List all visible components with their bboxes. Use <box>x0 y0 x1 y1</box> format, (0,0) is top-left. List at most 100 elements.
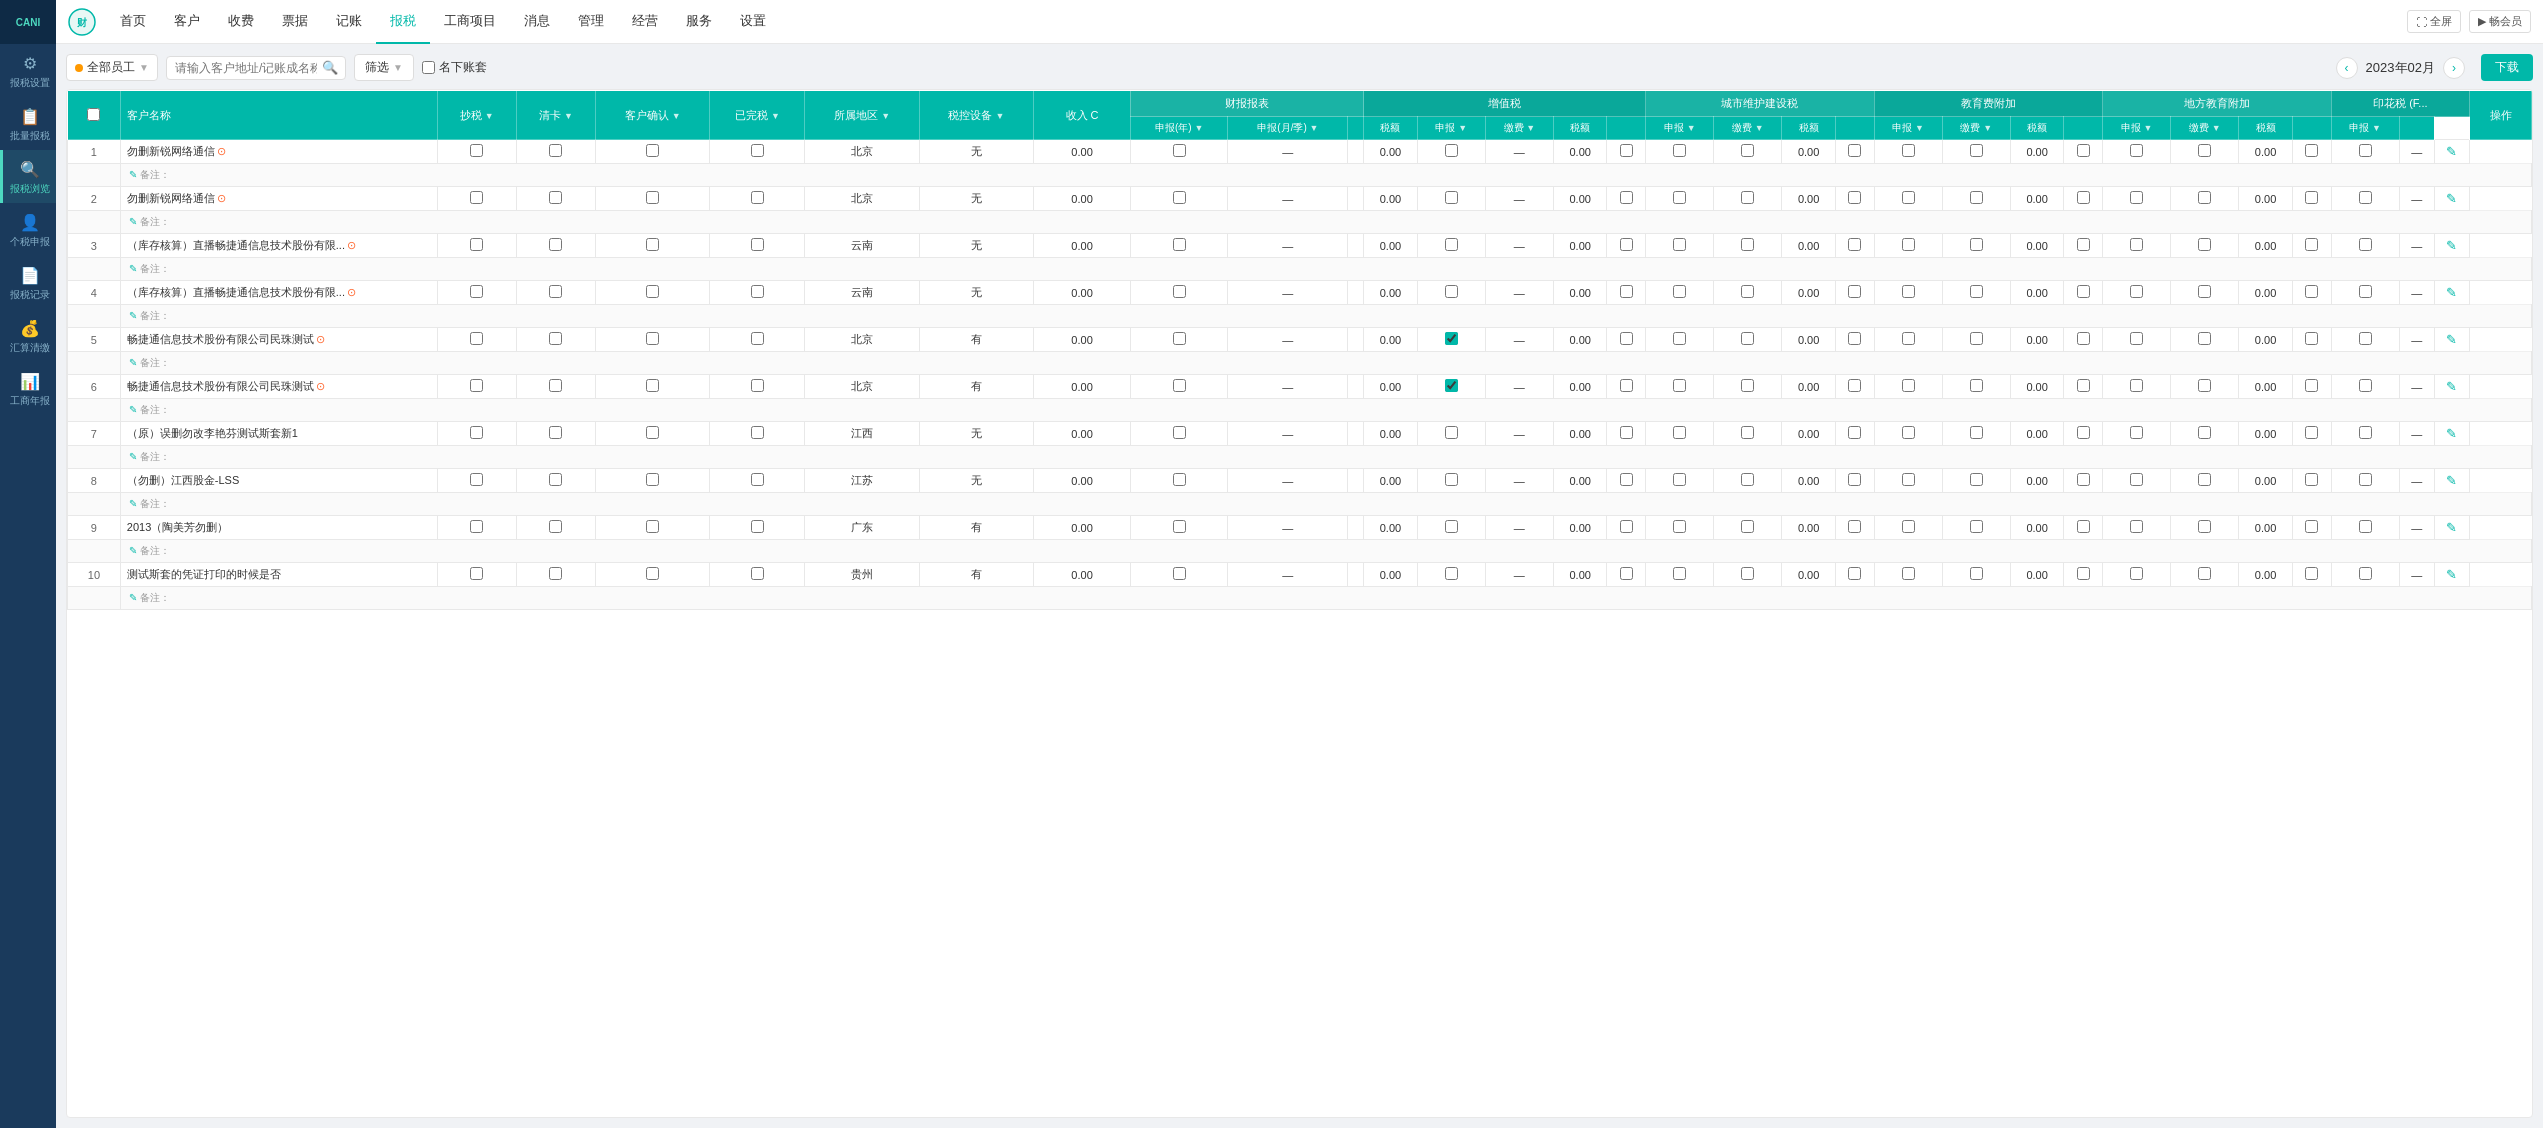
city-pay-checkbox[interactable] <box>1741 520 1754 533</box>
local-declare-checkbox[interactable] <box>2130 426 2143 439</box>
vat-extra-checkbox[interactable] <box>1620 285 1633 298</box>
th-paid-tax[interactable]: 已完税 ▼ <box>710 91 805 140</box>
city-pay-checkbox[interactable] <box>1741 238 1754 251</box>
copy-tax-checkbox[interactable] <box>470 379 483 392</box>
local-declare-checkbox[interactable] <box>2130 379 2143 392</box>
city-declare-checkbox[interactable] <box>1673 238 1686 251</box>
city-pay-checkbox[interactable] <box>1741 567 1754 580</box>
sidebar-item-annual-report[interactable]: 📊 工商年报 <box>0 362 56 415</box>
fin-year-checkbox[interactable] <box>1173 144 1186 157</box>
local-pay-checkbox[interactable] <box>2198 191 2211 204</box>
clear-card-checkbox[interactable] <box>549 567 562 580</box>
sidebar-item-batch-tax[interactable]: 📋 批量报税 <box>0 97 56 150</box>
sidebar-item-personal-tax[interactable]: 👤 个税申报 <box>0 203 56 256</box>
stamp-declare-checkbox[interactable] <box>2359 379 2372 392</box>
clear-card-checkbox[interactable] <box>549 520 562 533</box>
th-copy-tax[interactable]: 抄税 ▼ <box>437 91 516 140</box>
fullscreen-button[interactable]: ⛶ 全屏 <box>2407 10 2461 33</box>
prev-date-button[interactable]: ‹ <box>2336 57 2358 79</box>
local-extra-checkbox[interactable] <box>2305 191 2318 204</box>
th-income[interactable]: 收入 C <box>1034 91 1131 140</box>
local-extra-checkbox[interactable] <box>2305 473 2318 486</box>
vat-extra-checkbox[interactable] <box>1620 426 1633 439</box>
city-pay-checkbox[interactable] <box>1741 379 1754 392</box>
th-edu-pay[interactable]: 缴费 ▼ <box>1942 117 2010 140</box>
local-extra-checkbox[interactable] <box>2305 332 2318 345</box>
local-extra-checkbox[interactable] <box>2305 285 2318 298</box>
accounts-checkbox[interactable] <box>422 61 435 74</box>
member-button[interactable]: ▶ 畅会员 <box>2469 10 2531 33</box>
vat-declare-checkbox[interactable] <box>1445 191 1458 204</box>
sidebar-item-tax-record[interactable]: 📄 报税记录 <box>0 256 56 309</box>
nav-operation[interactable]: 经营 <box>618 0 672 44</box>
local-pay-checkbox[interactable] <box>2198 285 2211 298</box>
download-button[interactable]: 下载 <box>2481 54 2533 81</box>
edu-extra-checkbox[interactable] <box>2077 567 2090 580</box>
edu-declare-checkbox[interactable] <box>1902 238 1915 251</box>
edit-icon[interactable]: ✎ <box>2446 144 2457 159</box>
edu-extra-checkbox[interactable] <box>2077 473 2090 486</box>
city-extra-checkbox[interactable] <box>1848 238 1861 251</box>
paid-tax-checkbox[interactable] <box>751 332 764 345</box>
city-extra-checkbox[interactable] <box>1848 426 1861 439</box>
edu-extra-checkbox[interactable] <box>2077 426 2090 439</box>
th-stamp-declare[interactable]: 申报 ▼ <box>2331 117 2399 140</box>
edit-icon[interactable]: ✎ <box>2446 520 2457 535</box>
fin-year-checkbox[interactable] <box>1173 567 1186 580</box>
local-extra-checkbox[interactable] <box>2305 379 2318 392</box>
clear-card-checkbox[interactable] <box>549 144 562 157</box>
sidebar-item-tax-browse[interactable]: 🔍 报税浏览 <box>0 150 56 203</box>
city-declare-checkbox[interactable] <box>1673 473 1686 486</box>
stamp-declare-checkbox[interactable] <box>2359 238 2372 251</box>
client-confirm-checkbox[interactable] <box>646 379 659 392</box>
edu-pay-checkbox[interactable] <box>1970 285 1983 298</box>
paid-tax-checkbox[interactable] <box>751 285 764 298</box>
copy-tax-checkbox[interactable] <box>470 191 483 204</box>
th-fin-month[interactable]: 申报(月/季) ▼ <box>1228 117 1348 140</box>
vat-extra-checkbox[interactable] <box>1620 238 1633 251</box>
th-tax-device[interactable]: 税控设备 ▼ <box>919 91 1033 140</box>
copy-tax-checkbox[interactable] <box>470 567 483 580</box>
stamp-declare-checkbox[interactable] <box>2359 191 2372 204</box>
paid-tax-checkbox[interactable] <box>751 520 764 533</box>
vat-declare-checkbox[interactable] <box>1445 473 1458 486</box>
city-extra-checkbox[interactable] <box>1848 144 1861 157</box>
city-extra-checkbox[interactable] <box>1848 567 1861 580</box>
edit-icon[interactable]: ✎ <box>2446 191 2457 206</box>
vat-extra-checkbox[interactable] <box>1620 332 1633 345</box>
local-declare-checkbox[interactable] <box>2130 567 2143 580</box>
local-declare-checkbox[interactable] <box>2130 473 2143 486</box>
paid-tax-checkbox[interactable] <box>751 238 764 251</box>
client-confirm-checkbox[interactable] <box>646 567 659 580</box>
edit-icon[interactable]: ✎ <box>2446 379 2457 394</box>
edu-pay-checkbox[interactable] <box>1970 238 1983 251</box>
th-region[interactable]: 所属地区 ▼ <box>805 91 919 140</box>
stamp-declare-checkbox[interactable] <box>2359 144 2372 157</box>
checkbox-label[interactable]: 名下账套 <box>422 59 487 76</box>
edu-pay-checkbox[interactable] <box>1970 332 1983 345</box>
city-pay-checkbox[interactable] <box>1741 191 1754 204</box>
th-city-pay[interactable]: 缴费 ▼ <box>1714 117 1782 140</box>
city-extra-checkbox[interactable] <box>1848 285 1861 298</box>
fin-year-checkbox[interactable] <box>1173 332 1186 345</box>
copy-tax-checkbox[interactable] <box>470 332 483 345</box>
vat-declare-checkbox[interactable] <box>1445 426 1458 439</box>
paid-tax-checkbox[interactable] <box>751 426 764 439</box>
edu-pay-checkbox[interactable] <box>1970 191 1983 204</box>
copy-tax-checkbox[interactable] <box>470 426 483 439</box>
th-clear-card[interactable]: 清卡 ▼ <box>516 91 595 140</box>
city-pay-checkbox[interactable] <box>1741 426 1754 439</box>
stamp-declare-checkbox[interactable] <box>2359 285 2372 298</box>
nav-client[interactable]: 客户 <box>160 0 214 44</box>
city-declare-checkbox[interactable] <box>1673 426 1686 439</box>
vat-extra-checkbox[interactable] <box>1620 473 1633 486</box>
city-declare-checkbox[interactable] <box>1673 285 1686 298</box>
city-pay-checkbox[interactable] <box>1741 144 1754 157</box>
nav-commerce[interactable]: 工商项目 <box>430 0 510 44</box>
edit-icon[interactable]: ✎ <box>2446 285 2457 300</box>
city-extra-checkbox[interactable] <box>1848 520 1861 533</box>
edit-icon[interactable]: ✎ <box>2446 567 2457 582</box>
vat-declare-checkbox[interactable] <box>1445 144 1458 157</box>
city-declare-checkbox[interactable] <box>1673 567 1686 580</box>
client-confirm-checkbox[interactable] <box>646 426 659 439</box>
